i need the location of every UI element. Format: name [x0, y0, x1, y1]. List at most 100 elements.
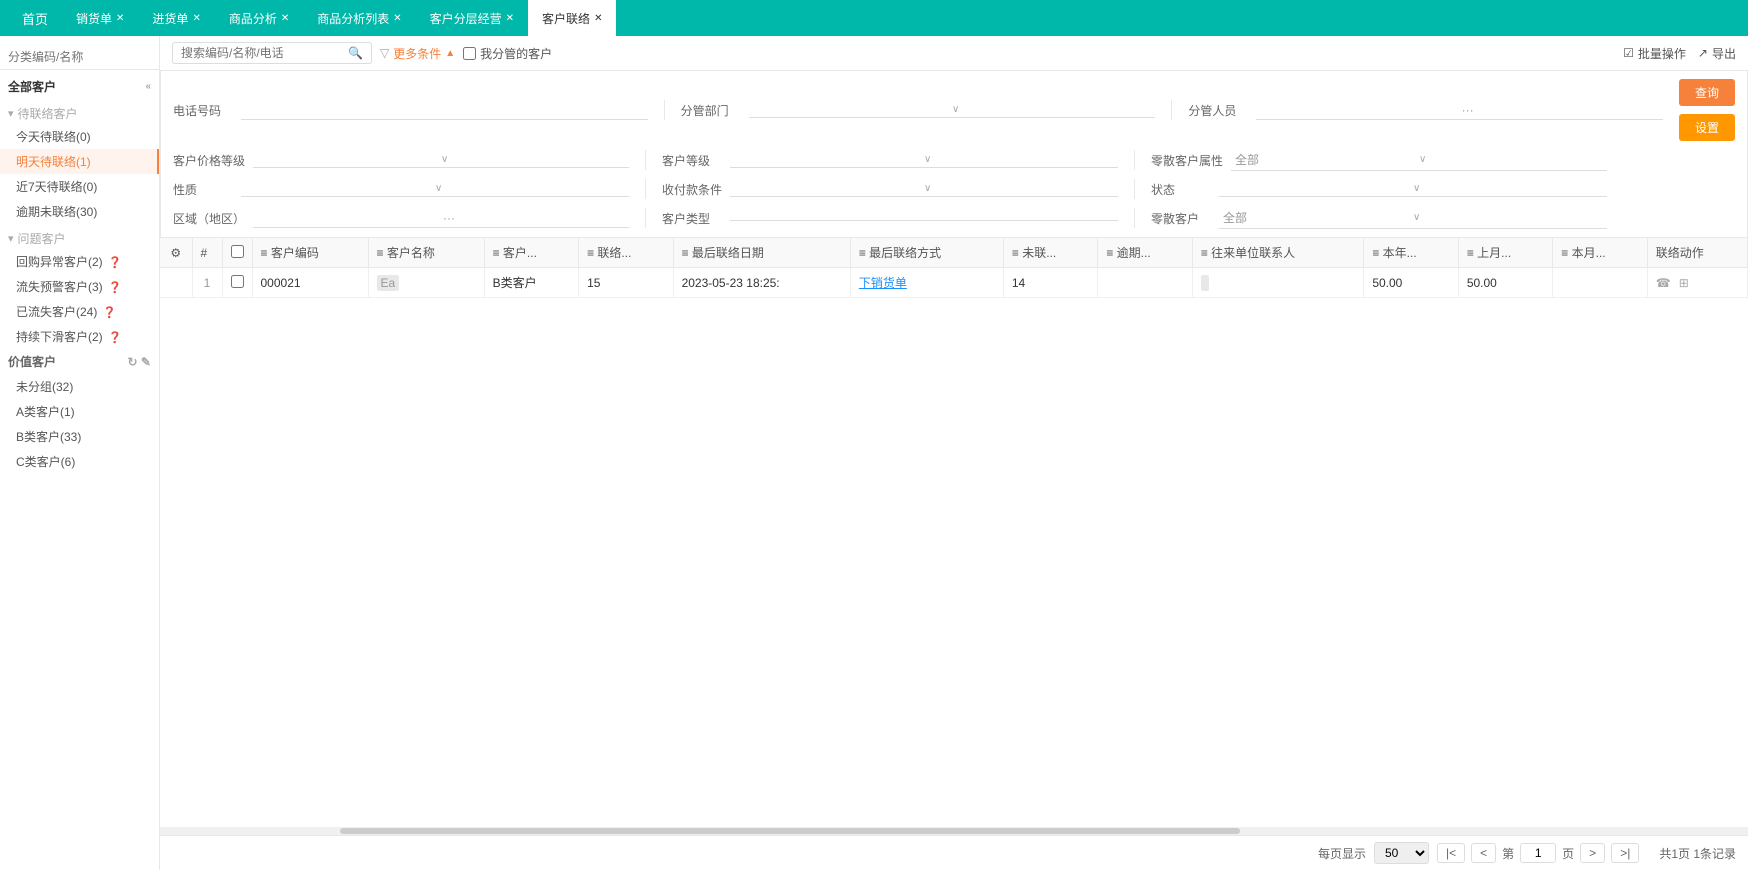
nav-close-product[interactable]: ✕: [281, 13, 289, 24]
row-check-0[interactable]: [222, 268, 252, 298]
next-page-btn[interactable]: >: [1580, 843, 1605, 863]
sidebar-b-class[interactable]: B类客户(33): [0, 424, 159, 449]
nav-purchase-order[interactable]: 进货单 ✕: [138, 0, 214, 36]
table-header-row: ⚙ # ≡ 客户编码 ≡ 客户名称 ≡ 客户... ≡ 联络... ≡ 最后联络…: [160, 238, 1748, 268]
sidebar-a-class[interactable]: A类客户(1): [0, 399, 159, 424]
col-this-year[interactable]: ≡ 本年...: [1364, 238, 1458, 268]
sidebar-repeat-abnormal[interactable]: 回购异常客户(2) ❓: [0, 249, 159, 274]
col-no-contact[interactable]: ≡ 未联...: [1003, 238, 1097, 268]
price-level-select[interactable]: ∨: [253, 152, 629, 168]
row-checkbox-0[interactable]: [231, 275, 244, 288]
action-grid-icon-0[interactable]: ⊞: [1679, 276, 1689, 290]
nav-close-product-list[interactable]: ✕: [393, 13, 401, 24]
table-container: ⚙ # ≡ 客户编码 ≡ 客户名称 ≡ 客户... ≡ 联络... ≡ 最后联络…: [160, 238, 1748, 827]
col-overdue[interactable]: ≡ 逾期...: [1098, 238, 1192, 268]
per-page-select[interactable]: 50 100 200: [1374, 842, 1429, 864]
status-select[interactable]: ∨: [1219, 181, 1607, 197]
row-company-contact-0: [1192, 268, 1364, 298]
sidebar-overdue-contact[interactable]: 逾期未联络(30): [0, 199, 159, 224]
prev-page-btn[interactable]: <: [1471, 843, 1496, 863]
filter-nature: 性质 ∨: [173, 181, 629, 198]
action-phone-icon-0[interactable]: ☎: [1656, 276, 1671, 290]
filter-dept: 分管部门 ∨: [681, 102, 1156, 119]
value-section-icons[interactable]: ↻ ✎: [128, 355, 151, 369]
filter-customer-level: 客户等级 ∨: [662, 152, 1118, 169]
nav-close-customer-contact[interactable]: ✕: [594, 13, 602, 24]
toolbar-search-input[interactable]: [181, 46, 344, 60]
payment-select[interactable]: ∨: [730, 181, 1118, 197]
row-action-0: ☎ ⊞: [1647, 268, 1747, 298]
nav-close-purchase[interactable]: ✕: [192, 13, 200, 24]
customer-type-select[interactable]: [730, 216, 1118, 221]
sidebar-ungrouped[interactable]: 未分组(32): [0, 374, 159, 399]
sidebar-search-bar[interactable]: 🔍: [0, 44, 159, 70]
export-icon: ↗: [1698, 46, 1708, 60]
filter-retail-customer: 零散客户 全部 ∨: [1151, 207, 1607, 229]
col-type[interactable]: ≡ 客户...: [484, 238, 578, 268]
nav-customer-layer[interactable]: 客户分层经营 ✕: [416, 0, 528, 36]
more-conditions-btn[interactable]: ▽ 更多条件 ▲: [380, 45, 455, 62]
col-last-method[interactable]: ≡ 最后联络方式: [850, 238, 1003, 268]
retail-customer-select[interactable]: 全部 ∨: [1219, 207, 1607, 229]
area-select[interactable]: ···: [253, 209, 629, 228]
col-last-date[interactable]: ≡ 最后联络日期: [673, 238, 850, 268]
col-code[interactable]: ≡ 客户编码: [252, 238, 368, 268]
nav-home[interactable]: 首页: [8, 0, 62, 36]
total-label: 共1页 1条记录: [1659, 845, 1736, 862]
filter-action-btns: 查询 设置: [1679, 79, 1735, 141]
col-this-month[interactable]: ≡ 本月...: [1553, 238, 1647, 268]
row-last-date-0: 2023-05-23 18:25:: [673, 268, 850, 298]
col-company-contact[interactable]: ≡ 往来单位联系人: [1192, 238, 1364, 268]
row-gear-0: [160, 268, 192, 298]
main-content: 🔍 ▽ 更多条件 ▲ 我分管的客户 ☑ 批量操作 ↗ 导出: [160, 36, 1748, 870]
query-btn[interactable]: 查询: [1679, 79, 1735, 106]
last-page-btn[interactable]: >|: [1611, 843, 1639, 863]
nav-sales-order[interactable]: 销货单 ✕: [62, 0, 138, 36]
batch-op-btn[interactable]: ☑ 批量操作: [1623, 45, 1686, 62]
row-contact-0: 15: [579, 268, 673, 298]
phone-label: 电话号码: [173, 102, 233, 119]
row-overdue-0: [1098, 268, 1192, 298]
area-ellipsis-icon[interactable]: ···: [443, 211, 625, 225]
manager-ellipsis-icon[interactable]: ···: [1462, 103, 1659, 117]
nav-customer-contact[interactable]: 客户联络 ✕: [528, 0, 616, 36]
nav-product-analysis[interactable]: 商品分析 ✕: [215, 0, 303, 36]
sidebar-c-class[interactable]: C类客户(6): [0, 449, 159, 474]
col-gear[interactable]: ⚙: [160, 238, 192, 268]
sidebar-continuous-drop[interactable]: 持续下滑客户(2) ❓: [0, 324, 159, 349]
nature-select[interactable]: ∨: [241, 181, 629, 197]
select-all-checkbox[interactable]: [231, 245, 244, 258]
nav-product-analysis-list[interactable]: 商品分析列表 ✕: [303, 0, 415, 36]
setting-btn[interactable]: 设置: [1679, 114, 1735, 141]
my-customer-checkbox[interactable]: [463, 47, 476, 60]
horizontal-scrollbar[interactable]: [160, 827, 1748, 835]
sidebar-all-customers[interactable]: 全部客户 «: [0, 74, 159, 99]
sidebar-tomorrow-contact[interactable]: 明天待联络(1): [0, 149, 159, 174]
sidebar-lost[interactable]: 已流失客户(24) ❓: [0, 299, 159, 324]
export-btn[interactable]: ↗ 导出: [1698, 45, 1736, 62]
sidebar-week-contact[interactable]: 近7天待联络(0): [0, 174, 159, 199]
row-last-method-0[interactable]: 下销货单: [850, 268, 1003, 298]
my-customer-checkbox-label[interactable]: 我分管的客户: [463, 45, 552, 62]
manager-select[interactable]: ···: [1256, 101, 1663, 120]
sidebar-lost-risk[interactable]: 流失预警客户(3) ❓: [0, 274, 159, 299]
retail-attr-select[interactable]: 全部 ∨: [1231, 149, 1607, 171]
nav-close-customer-layer[interactable]: ✕: [506, 13, 514, 24]
customer-level-select[interactable]: ∨: [730, 152, 1118, 168]
toolbar-search-bar[interactable]: 🔍: [172, 42, 372, 64]
phone-input[interactable]: [241, 101, 648, 120]
col-name[interactable]: ≡ 客户名称: [368, 238, 484, 268]
col-contact[interactable]: ≡ 联络...: [579, 238, 673, 268]
sidebar-today-contact[interactable]: 今天待联络(0): [0, 124, 159, 149]
col-last-month[interactable]: ≡ 上月...: [1458, 238, 1552, 268]
page-input[interactable]: [1520, 843, 1556, 863]
first-page-btn[interactable]: |<: [1437, 843, 1465, 863]
nav-close-sales[interactable]: ✕: [116, 13, 124, 24]
row-num-0: 1: [192, 268, 222, 298]
col-check[interactable]: [222, 238, 252, 268]
sidebar-search-input[interactable]: [8, 50, 160, 64]
dept-chevron-icon: ∨: [952, 104, 1151, 115]
horizontal-scrollbar-thumb[interactable]: [340, 828, 1240, 834]
dept-select[interactable]: ∨: [749, 102, 1156, 118]
toolbar-search-icon[interactable]: 🔍: [348, 46, 363, 60]
